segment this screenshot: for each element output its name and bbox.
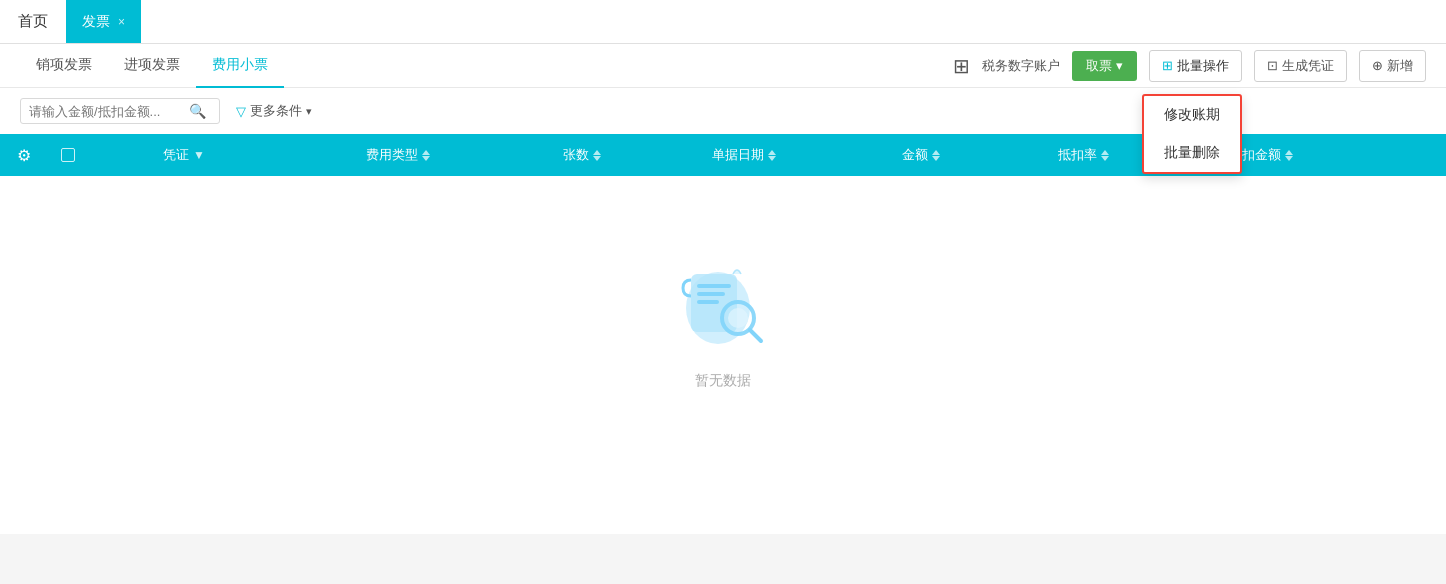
empty-state: 暂无数据 bbox=[0, 176, 1446, 430]
gear-icon[interactable]: ⚙ bbox=[17, 146, 31, 165]
sort-up-icon bbox=[932, 150, 940, 155]
svg-rect-4 bbox=[697, 300, 719, 304]
sub-tabs-bar: 销项发票 进项发票 费用小票 ⊞ 税务数字账户 取票 ▾ ⊞ 批量操作 修改账期… bbox=[0, 44, 1446, 88]
qr-icon: ⊞ bbox=[953, 54, 970, 78]
funnel-icon: ▽ bbox=[236, 104, 246, 119]
sort-up-icon bbox=[1101, 150, 1109, 155]
qujiao-button[interactable]: 取票 ▾ bbox=[1072, 51, 1137, 81]
svg-point-6 bbox=[728, 308, 748, 328]
sort-down-icon bbox=[1101, 156, 1109, 161]
th-voucher-label: 凭证 bbox=[163, 146, 189, 164]
deduct-rate-sort[interactable] bbox=[1101, 150, 1109, 161]
th-last bbox=[1357, 134, 1446, 176]
sort-down-icon bbox=[422, 156, 430, 161]
svg-line-7 bbox=[750, 330, 761, 341]
th-deduct-rate: 抵扣率 bbox=[1003, 134, 1165, 176]
empty-icon bbox=[663, 236, 783, 356]
th-expense-type: 费用类型 bbox=[280, 134, 516, 176]
svg-rect-2 bbox=[697, 284, 731, 288]
batch-operation-button[interactable]: ⊞ 批量操作 bbox=[1149, 50, 1242, 82]
th-amount: 金额 bbox=[840, 134, 1002, 176]
sort-down-icon bbox=[768, 156, 776, 161]
th-date-label: 单据日期 bbox=[712, 146, 764, 164]
sort-up-icon bbox=[1285, 150, 1293, 155]
qr-icon-button[interactable]: ⊞ bbox=[953, 54, 970, 78]
th-count: 张数 bbox=[515, 134, 648, 176]
date-sort[interactable] bbox=[768, 150, 776, 161]
batch-dropdown-menu: 修改账期 批量删除 bbox=[1142, 94, 1242, 174]
more-filter-arrow-icon: ▾ bbox=[306, 105, 312, 118]
empty-state-text: 暂无数据 bbox=[695, 372, 751, 390]
more-filter-label: 更多条件 bbox=[250, 102, 302, 120]
count-sort[interactable] bbox=[593, 150, 601, 161]
sort-up-icon bbox=[768, 150, 776, 155]
th-amount-label: 金额 bbox=[902, 146, 928, 164]
batch-operation-wrap: ⊞ 批量操作 修改账期 批量删除 bbox=[1149, 50, 1242, 82]
select-all-checkbox[interactable] bbox=[61, 148, 75, 162]
tab-xiaoxiang[interactable]: 销项发票 bbox=[20, 45, 108, 88]
invoice-tab[interactable]: 发票 × bbox=[66, 0, 141, 43]
search-input-wrap[interactable]: 🔍 bbox=[20, 98, 220, 124]
xinjian-icon: ⊕ bbox=[1372, 58, 1383, 73]
tab-jinxiang[interactable]: 进项发票 bbox=[108, 45, 196, 88]
qujiao-label: 取票 bbox=[1086, 57, 1112, 75]
content-area: ⚙ 凭证 ▼ 费用类型 张数 单据日期 bbox=[0, 134, 1446, 534]
shengcheng-icon: ⊡ bbox=[1267, 58, 1278, 73]
sort-down-icon bbox=[1285, 156, 1293, 161]
sort-up-icon bbox=[593, 150, 601, 155]
search-input[interactable] bbox=[29, 104, 189, 119]
th-gear[interactable]: ⚙ bbox=[0, 134, 48, 176]
th-deduct-rate-label: 抵扣率 bbox=[1058, 146, 1097, 164]
invoice-tab-label: 发票 bbox=[82, 13, 110, 31]
sort-down-icon bbox=[593, 156, 601, 161]
th-expense-type-label: 费用类型 bbox=[366, 146, 418, 164]
th-checkbox[interactable] bbox=[48, 134, 88, 176]
amount-sort[interactable] bbox=[932, 150, 940, 161]
generate-voucher-button[interactable]: ⊡ 生成凭证 bbox=[1254, 50, 1347, 82]
th-count-label: 张数 bbox=[563, 146, 589, 164]
more-filter-button[interactable]: ▽ 更多条件 ▾ bbox=[236, 102, 312, 120]
shengcheng-label: 生成凭证 bbox=[1282, 57, 1334, 75]
deduct-amount-sort[interactable] bbox=[1285, 150, 1293, 161]
th-date: 单据日期 bbox=[649, 134, 841, 176]
batch-icon: ⊞ bbox=[1162, 58, 1173, 73]
dropdown-item-batch-delete[interactable]: 批量删除 bbox=[1144, 134, 1240, 172]
dropdown-item-modify-period[interactable]: 修改账期 bbox=[1144, 96, 1240, 134]
xinjian-label: 新增 bbox=[1387, 57, 1413, 75]
qujiao-arrow-icon: ▾ bbox=[1116, 58, 1123, 73]
tax-account-label: 税务数字账户 bbox=[982, 57, 1060, 75]
batch-operation-label: 批量操作 bbox=[1177, 57, 1229, 75]
voucher-filter-icon[interactable]: ▼ bbox=[193, 148, 205, 162]
search-icon[interactable]: 🔍 bbox=[189, 103, 206, 119]
expense-type-sort[interactable] bbox=[422, 150, 430, 161]
add-new-button[interactable]: ⊕ 新增 bbox=[1359, 50, 1426, 82]
tax-account-button[interactable]: 税务数字账户 bbox=[982, 57, 1060, 75]
home-nav-item[interactable]: 首页 bbox=[0, 0, 66, 43]
svg-rect-3 bbox=[697, 292, 725, 296]
th-voucher: 凭证 ▼ bbox=[88, 134, 280, 176]
tab-feiyong[interactable]: 费用小票 bbox=[196, 45, 284, 88]
sort-down-icon bbox=[932, 156, 940, 161]
sort-up-icon bbox=[422, 150, 430, 155]
invoice-tab-close[interactable]: × bbox=[118, 15, 125, 29]
